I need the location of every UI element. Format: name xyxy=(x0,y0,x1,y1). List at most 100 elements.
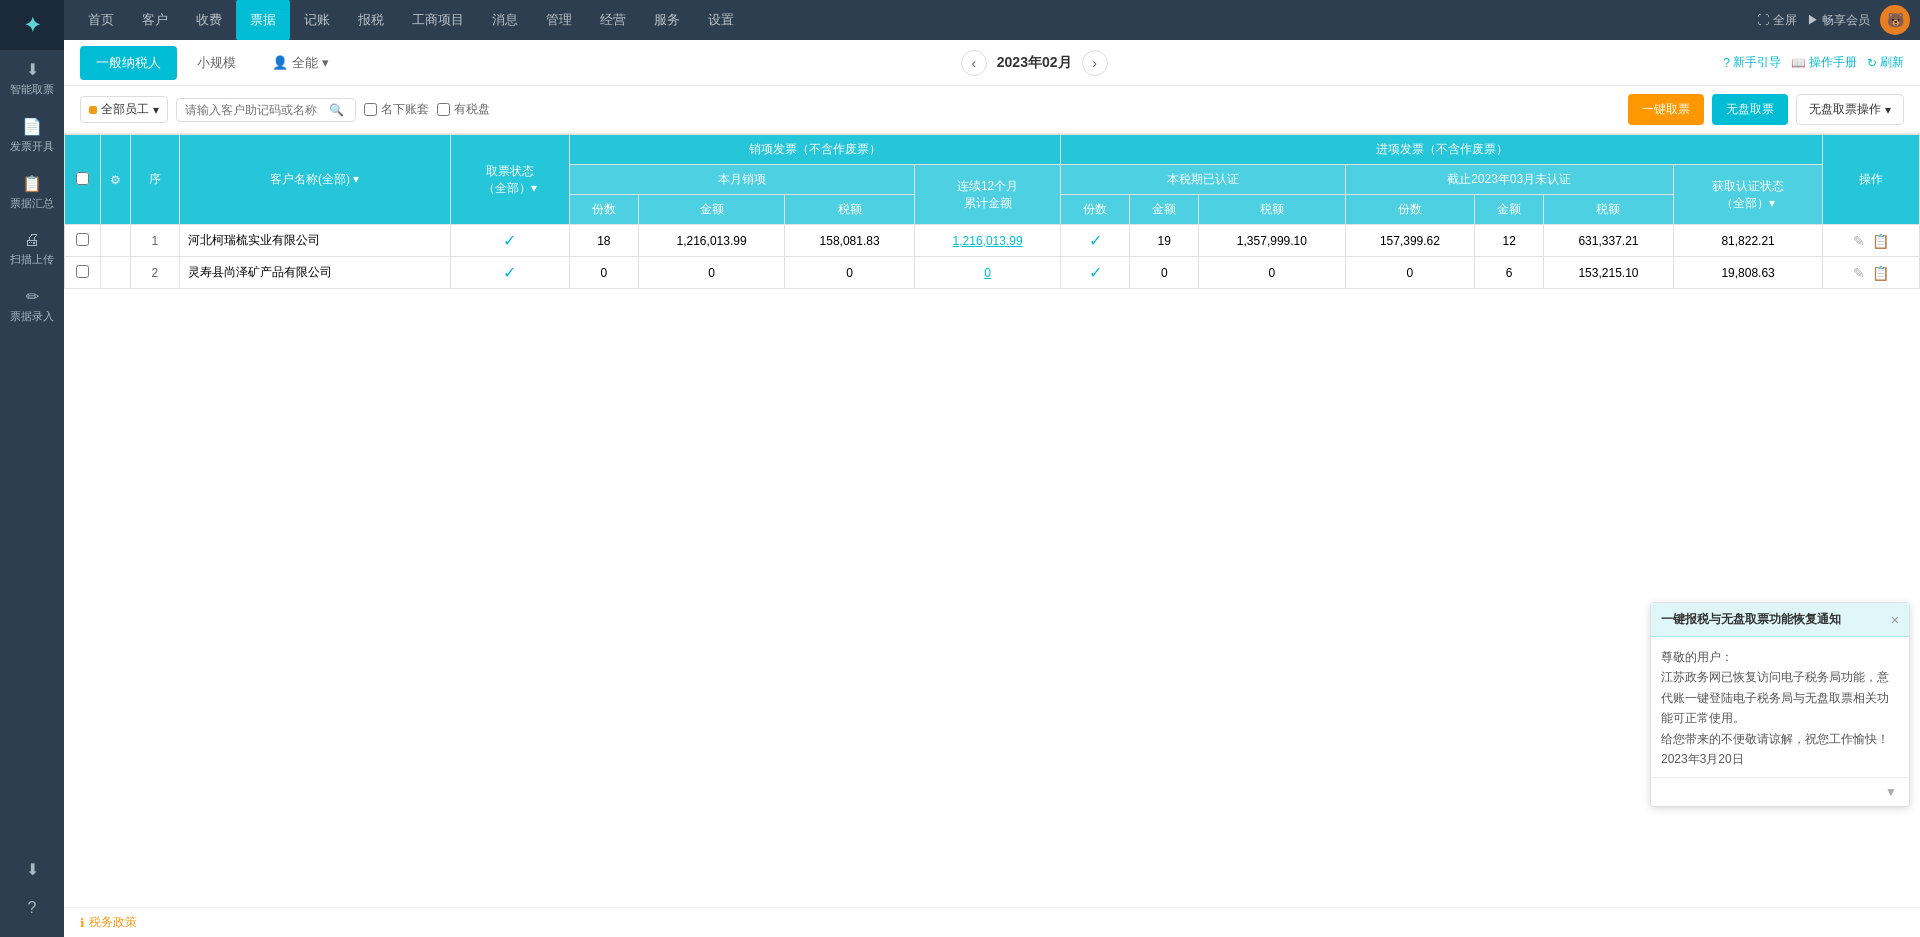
notification-header: 一键报税与无盘取票功能恢复通知 × xyxy=(1651,603,1909,637)
sidebar-item-data-entry[interactable]: ✏ 票据录入 xyxy=(0,277,64,334)
search-icon[interactable]: 🔍 xyxy=(329,103,344,117)
filter-account-label[interactable]: 名下账套 xyxy=(364,101,429,118)
sidebar-item-scan-upload[interactable]: 🖨 扫描上传 xyxy=(0,221,64,277)
sidebar-bottom: ⬇ ? xyxy=(0,850,64,937)
nav-operation[interactable]: 经营 xyxy=(586,0,640,40)
help-icon: ? xyxy=(28,899,37,917)
user-icon: 👤 xyxy=(272,55,288,70)
scan-upload-icon: 🖨 xyxy=(24,231,40,249)
settings-icon[interactable]: ⚙ xyxy=(110,173,121,187)
sidebar: ✦ ⬇ 智能取票 📄 发票开具 📋 票据汇总 🖨 扫描上传 ✏ 票据录入 ⬇ ? xyxy=(0,0,64,937)
row-customer: 灵寿县尚泽矿产品有限公司 xyxy=(179,257,450,289)
logo-icon: ✦ xyxy=(24,13,41,37)
sidebar-item-help[interactable]: ? xyxy=(0,889,64,927)
row-uncert-tax: 19,808.63 xyxy=(1673,257,1823,289)
sidebar-item-invoice-summary[interactable]: 📋 票据汇总 xyxy=(0,164,64,221)
period-next-btn[interactable]: › xyxy=(1082,50,1108,76)
nav-settings[interactable]: 设置 xyxy=(694,0,748,40)
search-box: 🔍 xyxy=(176,98,356,122)
row-fetch-status: ✓ xyxy=(450,225,569,257)
select-all-checkbox[interactable] xyxy=(76,172,89,185)
detail-icon[interactable]: 📋 xyxy=(1872,233,1889,249)
col-num-header: 序 xyxy=(131,135,180,225)
one-click-btn[interactable]: 一键取票 xyxy=(1628,94,1704,125)
tab-all[interactable]: 👤 全能 ▾ xyxy=(256,46,345,80)
fullscreen-btn[interactable]: ⛶ 全屏 xyxy=(1757,12,1796,29)
row-uncert-count: 6 xyxy=(1475,257,1544,289)
table-row: 1 河北柯瑞梳实业有限公司 ✓ 18 1,216,013.99 158,081.… xyxy=(65,225,1920,257)
nav-message[interactable]: 消息 xyxy=(478,0,532,40)
new-guide-btn[interactable]: ? 新手引导 xyxy=(1723,54,1781,71)
row-month-amount: 0 xyxy=(638,257,784,289)
detail-icon[interactable]: 📋 xyxy=(1872,265,1889,281)
search-input[interactable] xyxy=(185,103,325,117)
topnav-right: ⛶ 全屏 ▶ 畅享会员 🐻 xyxy=(1757,5,1910,35)
notification-close-btn[interactable]: × xyxy=(1891,612,1899,628)
sidebar-item-label: 扫描上传 xyxy=(10,252,54,267)
sales-group-header: 销项发票（不含作废票） xyxy=(569,135,1060,165)
row-cumulative[interactable]: 0 xyxy=(914,257,1060,289)
cert-status-header: 获取认证状态（全部）▾ xyxy=(1673,165,1823,225)
row-cert-amount: 1,357,999.10 xyxy=(1199,225,1345,257)
period-nav: ‹ 2023年02月 › xyxy=(961,50,1108,76)
chevron-down-icon: ▾ xyxy=(153,103,159,117)
sidebar-item-label: 票据录入 xyxy=(10,309,54,324)
no-disk-ops-btn[interactable]: 无盘取票操作 ▾ xyxy=(1796,94,1904,125)
scroll-down-btn[interactable]: ▼ xyxy=(1881,782,1901,802)
nav-service[interactable]: 服务 xyxy=(640,0,694,40)
main-content: 首页 客户 收费 票据 记账 报税 工商项目 消息 管理 经营 服务 设置 ⛶ … xyxy=(64,0,1920,937)
row-uncert-amount: 631,337.21 xyxy=(1544,225,1674,257)
member-btn[interactable]: ▶ 畅享会员 xyxy=(1807,12,1870,29)
nav-customer[interactable]: 客户 xyxy=(128,0,182,40)
sidebar-item-label: 发票开具 xyxy=(10,139,54,154)
sidebar-logo: ✦ xyxy=(0,0,64,50)
tab-small[interactable]: 小规模 xyxy=(181,46,252,80)
row-checkbox-1[interactable] xyxy=(76,265,89,278)
user-avatar[interactable]: 🐻 xyxy=(1880,5,1910,35)
nav-business[interactable]: 工商项目 xyxy=(398,0,478,40)
cert-amount-header: 金额 xyxy=(1130,195,1199,225)
sidebar-item-smart-fetch[interactable]: ⬇ 智能取票 xyxy=(0,50,64,107)
col-action-header: 操作 xyxy=(1823,135,1920,225)
row-cert-tax: 0 xyxy=(1345,257,1475,289)
row-fetch-status: ✓ xyxy=(450,257,569,289)
uncert-tax-header: 税额 xyxy=(1544,195,1674,225)
row-customer: 河北柯瑞梳实业有限公司 xyxy=(179,225,450,257)
purchase-group-header: 进项发票（不含作废票） xyxy=(1061,135,1823,165)
no-disk-btn[interactable]: 无盘取票 xyxy=(1712,94,1788,125)
nav-tax[interactable]: 报税 xyxy=(344,0,398,40)
nav-management[interactable]: 管理 xyxy=(532,0,586,40)
uncert-amount-header: 金额 xyxy=(1475,195,1544,225)
uncertified-header: 截止2023年03月未认证 xyxy=(1345,165,1673,195)
manual-btn[interactable]: 📖 操作手册 xyxy=(1791,54,1857,71)
row-cumulative[interactable]: 1,216,013.99 xyxy=(914,225,1060,257)
page-content: 一般纳税人 小规模 👤 全能 ▾ ‹ 2023年02月 › ? 新手引导 📖 操… xyxy=(64,40,1920,937)
tax-policy-link[interactable]: ℹ 税务政策 xyxy=(80,914,137,931)
notification-popup: 一键报税与无盘取票功能恢复通知 × 尊敬的用户：江苏政务网已恢复访问电子税务局功… xyxy=(1650,602,1910,807)
row-cert-tax: 157,399.62 xyxy=(1345,225,1475,257)
employee-filter[interactable]: 全部员工 ▾ xyxy=(80,96,168,123)
invoice-summary-icon: 📋 xyxy=(22,174,42,193)
filter-account-checkbox[interactable] xyxy=(364,103,377,116)
refresh-btn[interactable]: ↻ 刷新 xyxy=(1867,54,1904,71)
tab-general[interactable]: 一般纳税人 xyxy=(80,46,177,80)
period-prev-btn[interactable]: ‹ xyxy=(961,50,987,76)
nav-invoice[interactable]: 票据 xyxy=(236,0,290,40)
filter-tax-checkbox[interactable] xyxy=(437,103,450,116)
row-cert-status: ✓ xyxy=(1061,225,1130,257)
nav-accounting[interactable]: 记账 xyxy=(290,0,344,40)
sidebar-item-download[interactable]: ⬇ xyxy=(0,850,64,889)
row-month-tax: 158,081.83 xyxy=(785,225,915,257)
row-uncert-tax: 81,822.21 xyxy=(1673,225,1823,257)
edit-icon[interactable]: ✎ xyxy=(1853,265,1865,281)
row-checkbox-0[interactable] xyxy=(76,233,89,246)
notification-scroll[interactable]: 尊敬的用户：江苏政务网已恢复访问电子税务局功能，意代账一键登陆电子税务局与无盘取… xyxy=(1651,637,1909,777)
nav-home[interactable]: 首页 xyxy=(74,0,128,40)
nav-collection[interactable]: 收费 xyxy=(182,0,236,40)
employee-filter-label: 全部员工 xyxy=(101,101,149,118)
issue-invoice-icon: 📄 xyxy=(22,117,42,136)
sidebar-item-issue-invoice[interactable]: 📄 发票开具 xyxy=(0,107,64,164)
row-month-count: 18 xyxy=(569,225,638,257)
filter-tax-label[interactable]: 有税盘 xyxy=(437,101,490,118)
edit-icon[interactable]: ✎ xyxy=(1853,233,1865,249)
